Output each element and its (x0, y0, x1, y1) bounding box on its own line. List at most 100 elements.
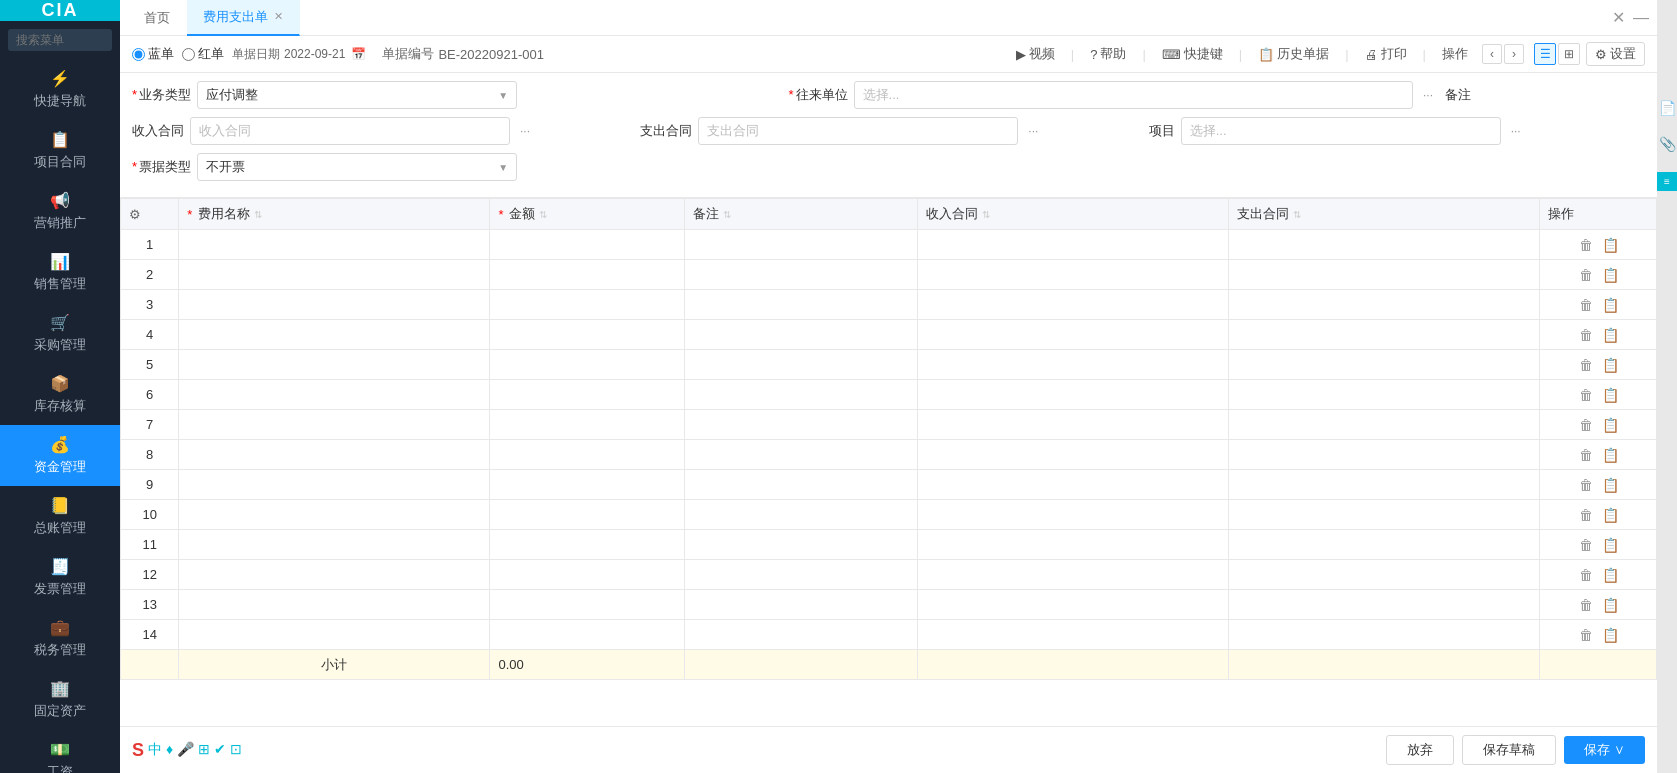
copy-btn-7[interactable]: 📋 (1600, 415, 1620, 435)
amount-cell-10[interactable] (490, 500, 684, 530)
income-contract-cell-10[interactable] (918, 500, 1229, 530)
gear-icon[interactable]: ⚙ (129, 207, 141, 222)
print-btn[interactable]: 🖨 打印 (1357, 43, 1415, 65)
income-contract-cell-3[interactable] (918, 290, 1229, 320)
amount-cell-1[interactable] (490, 230, 684, 260)
income-contract-cell-5[interactable] (918, 350, 1229, 380)
expense-name-cell-5[interactable] (179, 350, 490, 380)
expense-contract-input[interactable]: 支出合同 (698, 117, 1018, 145)
amount-cell-2[interactable] (490, 260, 684, 290)
expense-contract-cell-8[interactable] (1229, 440, 1540, 470)
copy-btn-13[interactable]: 📋 (1600, 595, 1620, 615)
expense-contract-cell-10[interactable] (1229, 500, 1540, 530)
amount-cell-9[interactable] (490, 470, 684, 500)
copy-btn-6[interactable]: 📋 (1600, 385, 1620, 405)
delete-btn-1[interactable]: 🗑 (1576, 235, 1596, 255)
delete-btn-11[interactable]: 🗑 (1576, 535, 1596, 555)
expense-name-cell-14[interactable] (179, 620, 490, 650)
shortcut-btn[interactable]: ⌨ 快捷键 (1154, 43, 1231, 65)
delete-btn-12[interactable]: 🗑 (1576, 565, 1596, 585)
amount-cell-5[interactable] (490, 350, 684, 380)
tab-expense-close-icon[interactable]: ✕ (274, 10, 283, 23)
delete-btn-7[interactable]: 🗑 (1576, 415, 1596, 435)
expense-contract-cell-7[interactable] (1229, 410, 1540, 440)
income-contract-cell-8[interactable] (918, 440, 1229, 470)
tab-home[interactable]: 首页 (128, 0, 187, 36)
date-value[interactable]: 2022-09-21 (284, 47, 345, 61)
note-cell-12[interactable] (684, 560, 917, 590)
delete-btn-6[interactable]: 🗑 (1576, 385, 1596, 405)
operation-btn[interactable]: 操作 (1434, 43, 1476, 65)
sidebar-item-salary[interactable]: 💵工资 (0, 730, 120, 773)
recipient-dots[interactable]: ··· (1423, 88, 1433, 102)
expense-sort-icon[interactable]: ⇅ (1293, 209, 1301, 220)
invoice-type-select[interactable]: 不开票 ▼ (197, 153, 517, 181)
expense-name-cell-13[interactable] (179, 590, 490, 620)
copy-btn-2[interactable]: 📋 (1600, 265, 1620, 285)
delete-btn-5[interactable]: 🗑 (1576, 355, 1596, 375)
note-cell-10[interactable] (684, 500, 917, 530)
note-cell-2[interactable] (684, 260, 917, 290)
sidebar-item-invoice[interactable]: 🧾发票管理 (0, 547, 120, 608)
amount-sort-icon[interactable]: ⇅ (539, 209, 547, 220)
amount-cell-11[interactable] (490, 530, 684, 560)
note-cell-3[interactable] (684, 290, 917, 320)
history-btn[interactable]: 📋 历史单据 (1250, 43, 1337, 65)
expense-contract-dots[interactable]: ··· (1028, 124, 1038, 138)
window-close-btn[interactable]: ✕ (1612, 8, 1625, 27)
red-single-radio[interactable]: 红单 (182, 45, 224, 63)
sidebar-item-ledger[interactable]: 📒总账管理 (0, 486, 120, 547)
copy-btn-12[interactable]: 📋 (1600, 565, 1620, 585)
expense-contract-cell-4[interactable] (1229, 320, 1540, 350)
expense-name-cell-7[interactable] (179, 410, 490, 440)
expense-contract-cell-14[interactable] (1229, 620, 1540, 650)
sidebar-item-quick-nav[interactable]: ⚡快捷导航 (0, 59, 120, 120)
delete-btn-8[interactable]: 🗑 (1576, 445, 1596, 465)
copy-btn-10[interactable]: 📋 (1600, 505, 1620, 525)
sidebar-item-capital[interactable]: 💰资金管理 (0, 425, 120, 486)
amount-cell-7[interactable] (490, 410, 684, 440)
sidebar-item-marketing[interactable]: 📢营销推广 (0, 181, 120, 242)
amount-cell-6[interactable] (490, 380, 684, 410)
expense-name-cell-8[interactable] (179, 440, 490, 470)
income-contract-cell-9[interactable] (918, 470, 1229, 500)
delete-btn-14[interactable]: 🗑 (1576, 625, 1596, 645)
amount-cell-12[interactable] (490, 560, 684, 590)
note-cell-6[interactable] (684, 380, 917, 410)
help-btn[interactable]: ? 帮助 (1082, 43, 1134, 65)
copy-btn-1[interactable]: 📋 (1600, 235, 1620, 255)
settings-btn[interactable]: ⚙ 设置 (1586, 42, 1645, 66)
amount-cell-13[interactable] (490, 590, 684, 620)
sidebar-item-project-contract[interactable]: 📋项目合同 (0, 120, 120, 181)
amount-cell-8[interactable] (490, 440, 684, 470)
window-min-btn[interactable]: — (1633, 9, 1649, 27)
list-view-btn[interactable]: ☰ (1534, 43, 1556, 65)
expense-name-cell-9[interactable] (179, 470, 490, 500)
expense-name-cell-11[interactable] (179, 530, 490, 560)
save-btn[interactable]: 保存 ∨ (1564, 736, 1645, 764)
right-panel-green-btn[interactable]: ≡ (1657, 172, 1677, 191)
expense-name-cell-3[interactable] (179, 290, 490, 320)
amount-cell-4[interactable] (490, 320, 684, 350)
expense-name-cell-2[interactable] (179, 260, 490, 290)
delete-btn-4[interactable]: 🗑 (1576, 325, 1596, 345)
tab-expense[interactable]: 费用支出单 ✕ (187, 0, 300, 36)
delete-btn-13[interactable]: 🗑 (1576, 595, 1596, 615)
income-contract-dots[interactable]: ··· (520, 124, 530, 138)
amount-cell-14[interactable] (490, 620, 684, 650)
copy-btn-5[interactable]: 📋 (1600, 355, 1620, 375)
right-panel-clip-icon[interactable]: 📎 (1659, 136, 1676, 152)
calendar-icon[interactable]: 📅 (351, 47, 366, 61)
copy-btn-3[interactable]: 📋 (1600, 295, 1620, 315)
sidebar-item-sales[interactable]: 📊销售管理 (0, 242, 120, 303)
copy-btn-14[interactable]: 📋 (1600, 625, 1620, 645)
note-cell-1[interactable] (684, 230, 917, 260)
expense-contract-cell-9[interactable] (1229, 470, 1540, 500)
expense-contract-cell-11[interactable] (1229, 530, 1540, 560)
income-contract-cell-7[interactable] (918, 410, 1229, 440)
recipient-input[interactable]: 选择... (854, 81, 1413, 109)
expense-name-cell-12[interactable] (179, 560, 490, 590)
expense-contract-cell-1[interactable] (1229, 230, 1540, 260)
blue-single-radio[interactable]: 蓝单 (132, 45, 174, 63)
sidebar-item-inventory[interactable]: 📦库存核算 (0, 364, 120, 425)
